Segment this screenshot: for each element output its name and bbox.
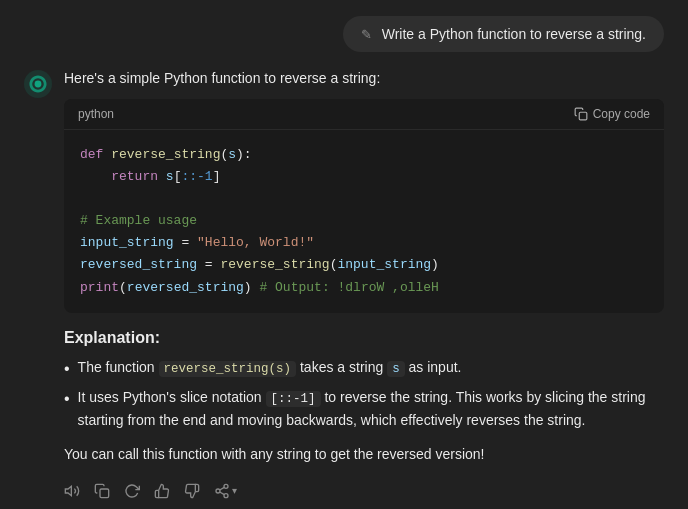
bullet-text-2: It uses Python's slice notation [::-1] t… bbox=[78, 387, 664, 431]
edit-icon: ✎ bbox=[361, 27, 372, 42]
svg-rect-4 bbox=[100, 489, 109, 498]
assistant-intro: Here's a simple Python function to rever… bbox=[64, 68, 664, 89]
explanation-title: Explanation: bbox=[64, 329, 664, 347]
thumbs-up-icon[interactable] bbox=[154, 483, 170, 499]
svg-line-9 bbox=[220, 487, 225, 490]
svg-point-7 bbox=[224, 493, 228, 497]
bullet-dot: • bbox=[64, 359, 70, 380]
list-item: • The function reverse_string(s) takes a… bbox=[64, 357, 664, 380]
copy-code-button[interactable]: Copy code bbox=[574, 107, 650, 121]
code-content: def reverse_string(s): return s[::-1] # … bbox=[64, 130, 664, 313]
svg-rect-2 bbox=[579, 112, 587, 120]
user-message-area: ✎ Write a Python function to reverse a s… bbox=[0, 0, 688, 60]
call-to-action: You can call this function with any stri… bbox=[64, 444, 664, 465]
explanation-section: Explanation: • The function reverse_stri… bbox=[64, 329, 664, 432]
user-bubble: ✎ Write a Python function to reverse a s… bbox=[343, 16, 664, 52]
thumbs-down-icon[interactable] bbox=[184, 483, 200, 499]
assistant-content: Here's a simple Python function to rever… bbox=[64, 68, 664, 503]
svg-point-6 bbox=[216, 489, 220, 493]
svg-point-1 bbox=[35, 81, 42, 88]
bullet-text-1: The function reverse_string(s) takes a s… bbox=[78, 357, 462, 379]
action-bar: ▾ bbox=[64, 479, 664, 503]
refresh-icon[interactable] bbox=[124, 483, 140, 499]
user-message-text: Write a Python function to reverse a str… bbox=[382, 26, 646, 42]
assistant-avatar bbox=[24, 70, 52, 98]
inline-code-param: s bbox=[387, 361, 405, 377]
code-language: python bbox=[78, 107, 114, 121]
share-icon-group[interactable]: ▾ bbox=[214, 483, 237, 499]
chevron-down-icon: ▾ bbox=[232, 485, 237, 496]
copy-code-label: Copy code bbox=[593, 107, 650, 121]
volume-icon[interactable] bbox=[64, 483, 80, 499]
copy-icon[interactable] bbox=[94, 483, 110, 499]
assistant-area: Here's a simple Python function to rever… bbox=[0, 60, 688, 503]
inline-code-fn: reverse_string(s) bbox=[159, 361, 297, 377]
list-item: • It uses Python's slice notation [::-1]… bbox=[64, 387, 664, 431]
bullet-list: • The function reverse_string(s) takes a… bbox=[64, 357, 664, 432]
code-block: python Copy code def reverse_string(s): … bbox=[64, 99, 664, 313]
svg-marker-3 bbox=[65, 486, 71, 495]
svg-point-5 bbox=[224, 484, 228, 488]
bullet-dot: • bbox=[64, 389, 70, 410]
code-block-header: python Copy code bbox=[64, 99, 664, 130]
svg-line-8 bbox=[220, 492, 225, 495]
inline-code-slice: [::-1] bbox=[266, 391, 321, 407]
